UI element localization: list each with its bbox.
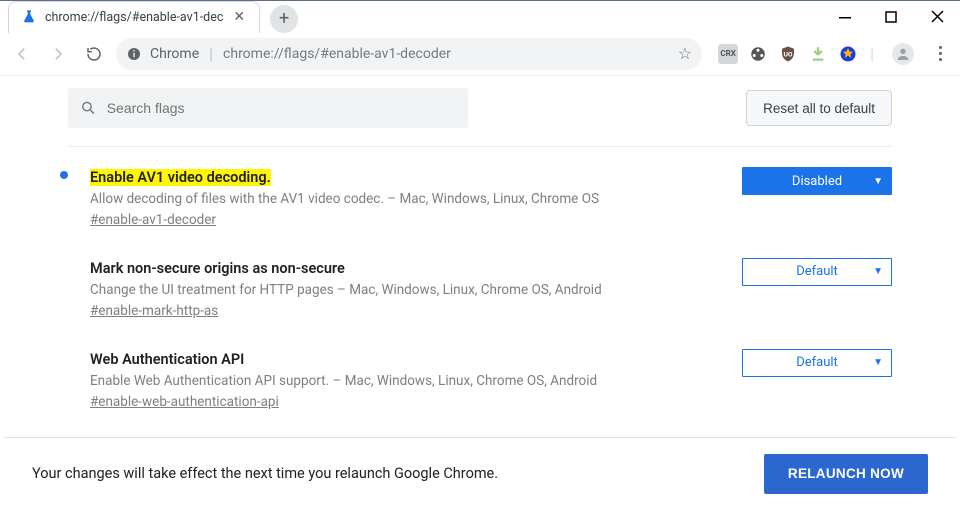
chevron-down-icon: ▼: [873, 357, 883, 368]
tabstrip: chrome://flags/#enable-av1-dec ✕ +: [0, 1, 298, 33]
window-close-button[interactable]: [914, 2, 960, 32]
maximize-button[interactable]: [868, 2, 914, 32]
search-icon: [80, 99, 97, 117]
flag-description: Allow decoding of files with the AV1 vid…: [90, 190, 722, 209]
reload-button[interactable]: [80, 40, 108, 68]
flag-description: Enable Web Authentication API support. –…: [90, 372, 722, 391]
back-button[interactable]: [8, 40, 36, 68]
flag-dropdown[interactable]: Disabled ▼: [742, 167, 892, 195]
forward-button[interactable]: [44, 40, 72, 68]
flag-title: Enable AV1 video decoding.: [90, 169, 271, 186]
flags-topbar: Reset all to default: [68, 76, 892, 147]
extension-icons: CRX UO: [718, 44, 858, 64]
extension-icon-shield[interactable]: UO: [778, 44, 798, 64]
omnibox-separator: |: [209, 44, 213, 63]
minimize-button[interactable]: [822, 2, 868, 32]
bookmark-star-icon[interactable]: ☆: [678, 44, 692, 63]
flag-item: Mark non-secure origins as non-secure Ch…: [58, 238, 892, 329]
browser-toolbar: Chrome | chrome://flags/#enable-av1-deco…: [0, 32, 960, 76]
close-icon[interactable]: ✕: [231, 9, 247, 25]
flag-anchor-link[interactable]: #enable-av1-decoder: [90, 212, 216, 228]
relaunch-message: Your changes will take effect the next t…: [32, 465, 498, 482]
chevron-down-icon: ▼: [873, 266, 883, 277]
flask-icon: [21, 9, 37, 25]
reset-all-button[interactable]: Reset all to default: [746, 90, 892, 126]
browser-tab[interactable]: chrome://flags/#enable-av1-dec ✕: [8, 1, 260, 33]
omnibox-url: chrome://flags/#enable-av1-decoder: [223, 46, 670, 62]
profile-avatar[interactable]: [892, 43, 914, 65]
relaunch-bar: Your changes will take effect the next t…: [4, 437, 956, 509]
chevron-down-icon: ▼: [873, 176, 883, 187]
flag-item: Enable AV1 video decoding. Allow decodin…: [58, 147, 892, 238]
flag-dropdown-value: Default: [796, 355, 838, 370]
modified-indicator: [58, 167, 70, 179]
flag-item: Web Authentication API Enable Web Authen…: [58, 329, 892, 420]
svg-text:UO: UO: [784, 50, 793, 58]
modified-indicator: [58, 258, 70, 262]
omnibox[interactable]: Chrome | chrome://flags/#enable-av1-deco…: [116, 38, 702, 70]
new-tab-button[interactable]: +: [270, 5, 298, 33]
flag-dropdown-value: Disabled: [792, 174, 842, 189]
extension-icon-download[interactable]: [808, 44, 828, 64]
toolbar-divider: |: [870, 44, 874, 63]
flag-dropdown[interactable]: Default ▼: [742, 258, 892, 286]
relaunch-button[interactable]: RELAUNCH NOW: [764, 454, 928, 494]
extension-icon-film[interactable]: [748, 44, 768, 64]
flag-description: Change the UI treatment for HTTP pages –…: [90, 281, 722, 300]
search-input[interactable]: [107, 100, 456, 116]
tab-title: chrome://flags/#enable-av1-dec: [45, 10, 223, 25]
extension-icon-badge[interactable]: [838, 44, 858, 64]
flag-dropdown-value: Default: [796, 264, 838, 279]
flag-title: Web Authentication API: [90, 351, 244, 368]
flag-anchor-link[interactable]: #enable-mark-http-as: [90, 303, 218, 319]
extension-icon-crx[interactable]: CRX: [718, 44, 738, 64]
window-controls: [822, 2, 960, 32]
site-info-icon[interactable]: [126, 46, 142, 62]
search-flags[interactable]: [68, 88, 468, 128]
omnibox-origin-label: Chrome: [150, 46, 199, 62]
modified-indicator: [58, 349, 70, 353]
flag-title: Mark non-secure origins as non-secure: [90, 260, 345, 277]
chrome-menu-button[interactable]: [928, 46, 952, 61]
flag-dropdown[interactable]: Default ▼: [742, 349, 892, 377]
window-titlebar: chrome://flags/#enable-av1-dec ✕ +: [0, 0, 960, 32]
flag-anchor-link[interactable]: #enable-web-authentication-api: [90, 394, 279, 410]
